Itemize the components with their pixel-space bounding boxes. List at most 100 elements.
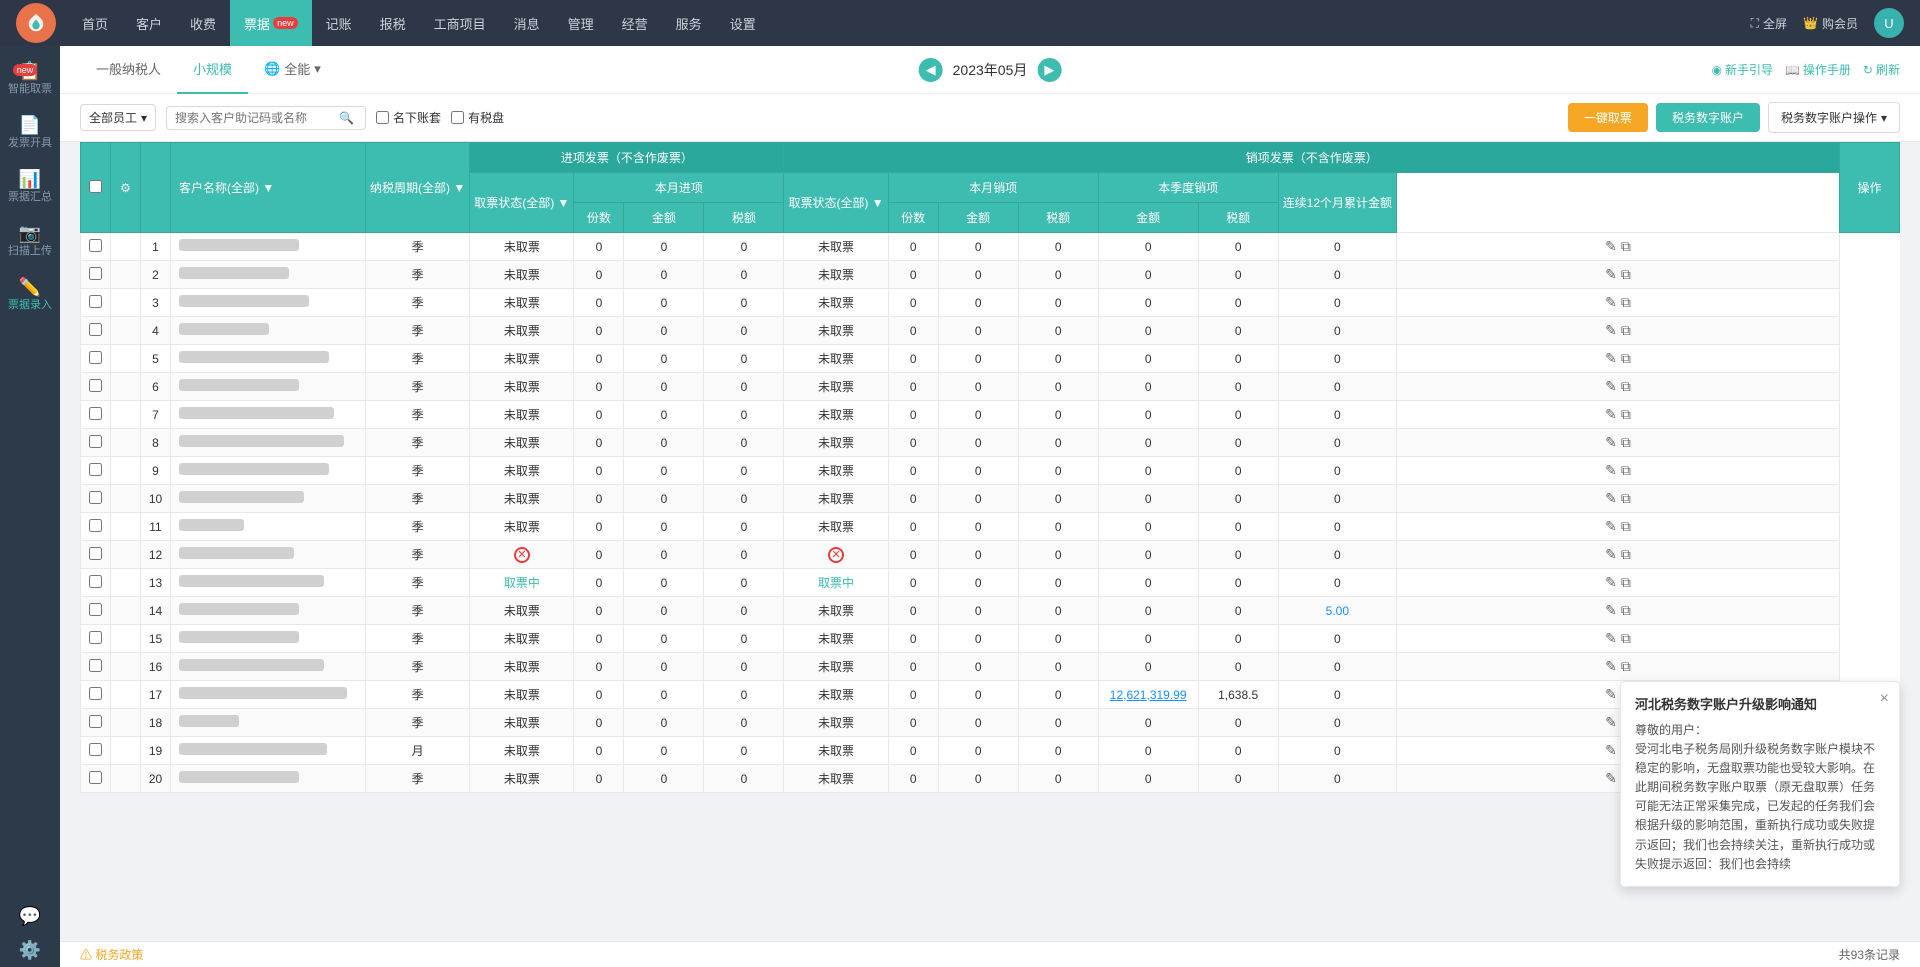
th-out-status[interactable]: 取票状态(全部) ▼ [784, 173, 888, 233]
copy-icon[interactable]: ⧉ [1621, 658, 1631, 674]
row-client-name[interactable] [171, 765, 366, 793]
edit-icon[interactable]: ✎ [1605, 238, 1617, 254]
copy-icon[interactable]: ⧉ [1621, 574, 1631, 590]
nav-client[interactable]: 客户 [122, 0, 176, 46]
edit-icon[interactable]: ✎ [1605, 462, 1617, 478]
row-checkbox[interactable] [89, 631, 102, 644]
row-client-name[interactable] [171, 513, 366, 541]
sidebar-item-entry[interactable]: ✏️ 票据录入 [0, 270, 60, 320]
sidebar-item-chat[interactable]: 💬 [0, 899, 60, 933]
row-client-name[interactable] [171, 625, 366, 653]
row-client-name[interactable] [171, 317, 366, 345]
copy-icon[interactable]: ⧉ [1621, 546, 1631, 562]
row-client-name[interactable] [171, 289, 366, 317]
copy-icon[interactable]: ⧉ [1621, 294, 1631, 310]
nav-manage[interactable]: 管理 [554, 0, 608, 46]
row-checkbox[interactable] [89, 463, 102, 476]
nav-message[interactable]: 消息 [500, 0, 554, 46]
row-checkbox[interactable] [89, 743, 102, 756]
copy-icon[interactable]: ⧉ [1621, 602, 1631, 618]
edit-icon[interactable]: ✎ [1605, 602, 1617, 618]
row-checkbox[interactable] [89, 407, 102, 420]
edit-icon[interactable]: ✎ [1605, 490, 1617, 506]
copy-icon[interactable]: ⧉ [1621, 406, 1631, 422]
row-client-name[interactable] [171, 429, 366, 457]
tab-small-scale[interactable]: 小规模 [177, 46, 248, 94]
edit-icon[interactable]: ✎ [1605, 686, 1617, 702]
copy-icon[interactable]: ⧉ [1621, 630, 1631, 646]
nav-business[interactable]: 工商项目 [420, 0, 500, 46]
row-checkbox[interactable] [89, 659, 102, 672]
sidebar-item-scan[interactable]: 📷 扫描上传 [0, 216, 60, 266]
next-month-btn[interactable]: ▶ [1037, 58, 1061, 82]
row-checkbox[interactable] [89, 491, 102, 504]
sidebar-item-smart-fetch[interactable]: 📋 new 智能取票 [0, 54, 60, 104]
checkbox-taxpad[interactable]: 有税盘 [451, 109, 504, 126]
copy-icon[interactable]: ⧉ [1621, 490, 1631, 506]
copy-icon[interactable]: ⧉ [1621, 378, 1631, 394]
checkbox-taxpad-input[interactable] [451, 111, 464, 124]
nav-service[interactable]: 服务 [662, 0, 716, 46]
edit-icon[interactable]: ✎ [1605, 434, 1617, 450]
nav-tax[interactable]: 报税 [366, 0, 420, 46]
edit-icon[interactable]: ✎ [1605, 322, 1617, 338]
row-client-name[interactable] [171, 233, 366, 261]
tax-policy-link[interactable]: ⚠ 税务政策 [80, 946, 143, 963]
refresh-link[interactable]: ↻ 刷新 [1863, 61, 1900, 78]
row-checkbox[interactable] [89, 323, 102, 336]
checkbox-account-input[interactable] [376, 111, 389, 124]
search-icon[interactable]: 🔍 [339, 111, 354, 125]
sidebar-item-setting[interactable]: ⚙️ [0, 933, 60, 967]
checkbox-account[interactable]: 名下账套 [376, 109, 441, 126]
nav-operate[interactable]: 经营 [608, 0, 662, 46]
row-checkbox[interactable] [89, 351, 102, 364]
search-input[interactable] [175, 111, 335, 125]
nav-settings[interactable]: 设置 [716, 0, 770, 46]
edit-icon[interactable]: ✎ [1605, 266, 1617, 282]
row-client-name[interactable] [171, 737, 366, 765]
row-client-name[interactable] [171, 345, 366, 373]
row-checkbox[interactable] [89, 267, 102, 280]
row-client-name[interactable] [171, 261, 366, 289]
batch-fetch-btn[interactable]: 一键取票 [1568, 103, 1648, 132]
copy-icon[interactable]: ⧉ [1621, 462, 1631, 478]
edit-icon[interactable]: ✎ [1605, 658, 1617, 674]
vip-btn[interactable]: 👑 购会员 [1803, 15, 1858, 32]
tax-digital-ops-btn[interactable]: 税务数字账户操作 ▾ [1768, 102, 1900, 133]
row-client-name[interactable] [171, 709, 366, 737]
edit-icon[interactable]: ✎ [1605, 294, 1617, 310]
tab-all[interactable]: 🌐 全能 ▾ [248, 46, 337, 94]
th-client-name[interactable]: 客户名称(全部) ▼ [171, 143, 366, 233]
edit-icon[interactable]: ✎ [1605, 630, 1617, 646]
row-client-name[interactable] [171, 541, 366, 569]
edit-icon[interactable]: ✎ [1605, 574, 1617, 590]
row-client-name[interactable] [171, 401, 366, 429]
nav-fee[interactable]: 收费 [176, 0, 230, 46]
copy-icon[interactable]: ⧉ [1621, 434, 1631, 450]
row-client-name[interactable] [171, 597, 366, 625]
copy-icon[interactable]: ⧉ [1621, 238, 1631, 254]
row-checkbox[interactable] [89, 687, 102, 700]
tax-digital-btn[interactable]: 税务数字账户 [1656, 103, 1760, 132]
guide-link[interactable]: ◉ 新手引导 [1711, 61, 1773, 78]
row-checkbox[interactable] [89, 547, 102, 560]
manual-link[interactable]: 📖 操作手册 [1785, 61, 1851, 78]
row-checkbox[interactable] [89, 715, 102, 728]
edit-icon[interactable]: ✎ [1605, 350, 1617, 366]
edit-icon[interactable]: ✎ [1605, 742, 1617, 758]
row-checkbox[interactable] [89, 603, 102, 616]
select-all-checkbox[interactable] [89, 180, 102, 193]
sidebar-item-open-invoice[interactable]: 📄 发票开具 [0, 108, 60, 158]
sidebar-item-summary[interactable]: 📊 票据汇总 [0, 162, 60, 212]
row-checkbox[interactable] [89, 379, 102, 392]
row-client-name[interactable] [171, 681, 366, 709]
row-client-name[interactable] [171, 457, 366, 485]
fullscreen-btn[interactable]: ⛶ 全屏 [1751, 15, 1787, 32]
th-tax-period[interactable]: 纳税周期(全部) ▼ [366, 143, 470, 233]
row-checkbox[interactable] [89, 771, 102, 784]
nav-home[interactable]: 首页 [68, 0, 122, 46]
row-client-name[interactable] [171, 485, 366, 513]
copy-icon[interactable]: ⧉ [1621, 350, 1631, 366]
copy-icon[interactable]: ⧉ [1621, 266, 1631, 282]
edit-icon[interactable]: ✎ [1605, 770, 1617, 786]
